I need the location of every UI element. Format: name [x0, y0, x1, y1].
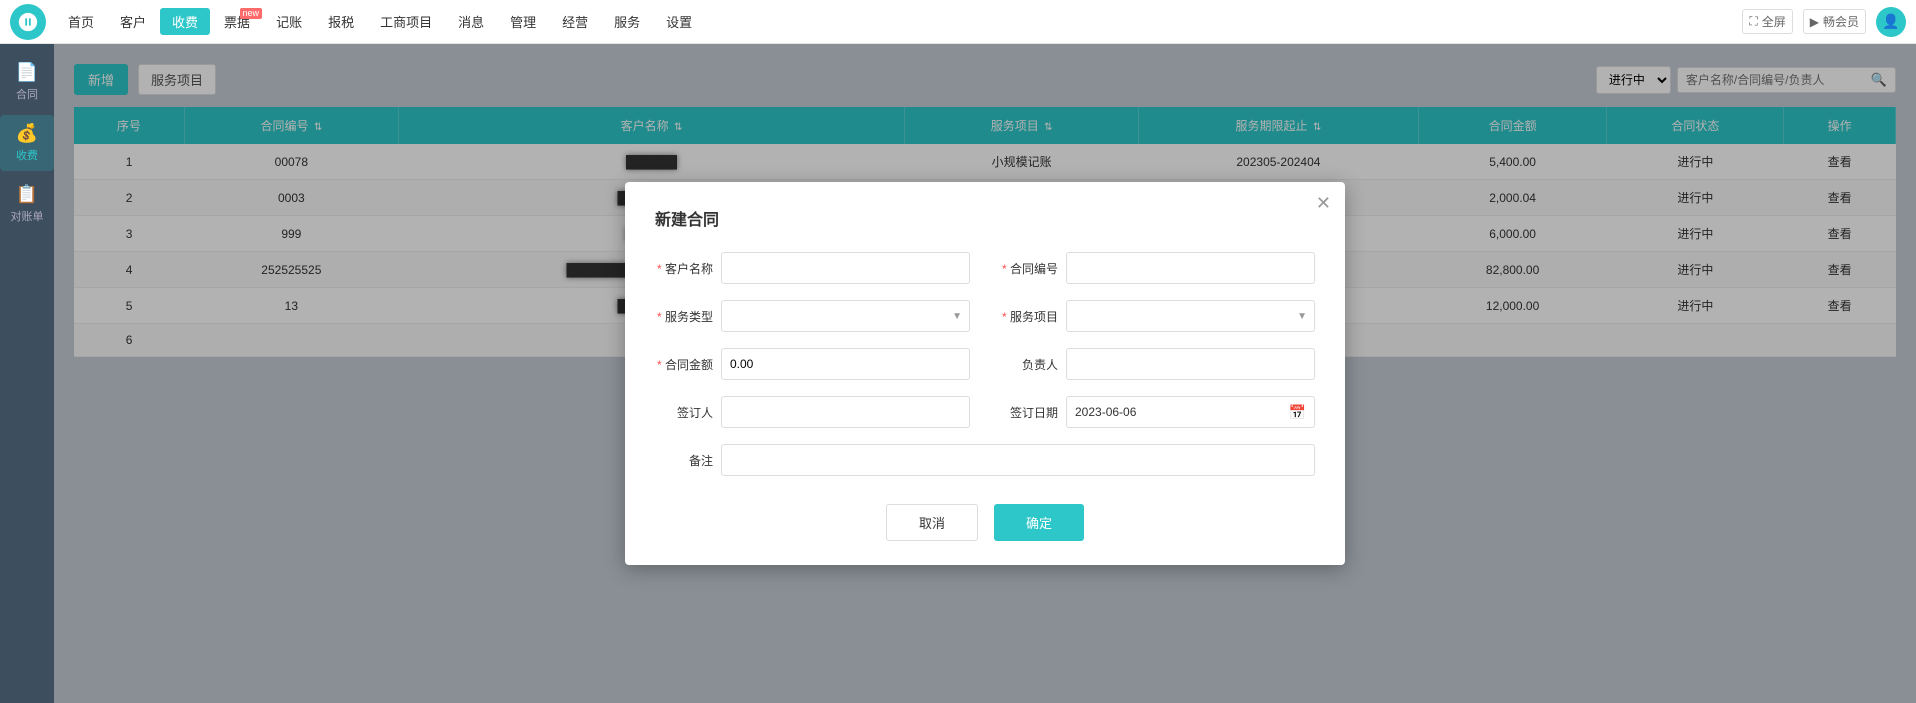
signer-label: 签订人 — [655, 404, 713, 421]
remark-label: 备注 — [655, 452, 713, 469]
billing-icon: 💰 — [16, 123, 38, 144]
form-row-sign-date: 签订日期 📅 — [1000, 396, 1315, 428]
responsible-input[interactable] — [1066, 348, 1315, 380]
form-row-amount: 合同金额 — [655, 348, 970, 380]
signer-input[interactable] — [721, 396, 970, 428]
main-layout: 📄 合同 💰 收费 📋 对账单 新增 服务项目 进行中 已完成 已终止 — [0, 44, 1916, 703]
remark-input[interactable] — [721, 444, 1315, 476]
content-area: 新增 服务项目 进行中 已完成 已终止 🔍 序号 合同 — [54, 44, 1916, 703]
service-type-select-wrap: ▼ — [721, 300, 970, 332]
service-item-label: 服务项目 — [1000, 308, 1058, 325]
nav-service[interactable]: 服务 — [602, 8, 652, 35]
customer-name-label: 客户名称 — [655, 260, 713, 277]
nav-billing[interactable]: 收费 — [160, 8, 210, 35]
sidebar-item-statement[interactable]: 📋 对账单 — [0, 176, 54, 232]
top-navbar: 首页 客户 收费 票据 new 记账 报税 工商项目 消息 管理 经营 服务 设… — [0, 0, 1916, 44]
member-button[interactable]: ▶ 畅会员 — [1803, 9, 1866, 34]
nav-business[interactable]: 工商项目 — [368, 8, 444, 35]
modal-overlay: ✕ 新建合同 客户名称 合同编号 服务类型 — [54, 44, 1916, 703]
confirm-button[interactable]: 确定 — [994, 504, 1084, 541]
form-row-service-item: 服务项目 ▼ — [1000, 300, 1315, 332]
cancel-button[interactable]: 取消 — [886, 504, 978, 541]
form-row-service-type: 服务类型 ▼ — [655, 300, 970, 332]
service-type-label: 服务类型 — [655, 308, 713, 325]
sidebar: 📄 合同 💰 收费 📋 对账单 — [0, 44, 54, 703]
customer-name-input[interactable] — [721, 252, 970, 284]
nav-manage[interactable]: 管理 — [498, 8, 548, 35]
modal-close-button[interactable]: ✕ — [1316, 194, 1331, 212]
nav-settings[interactable]: 设置 — [654, 8, 704, 35]
nav-right: ⛶ 全屏 ▶ 畅会员 👤 — [1742, 7, 1906, 37]
modal-footer: 取消 确定 — [655, 504, 1315, 541]
form-row-responsible: 负责人 — [1000, 348, 1315, 380]
calendar-icon[interactable]: 📅 — [1289, 404, 1306, 421]
sign-date-wrap: 📅 — [1066, 396, 1315, 428]
sign-date-label: 签订日期 — [1000, 404, 1058, 421]
sign-date-input[interactable] — [1075, 405, 1289, 419]
fullscreen-button[interactable]: ⛶ 全屏 — [1742, 9, 1792, 34]
form-row-remark: 备注 — [655, 444, 1315, 476]
contract-icon: 📄 — [16, 62, 38, 83]
service-item-select[interactable] — [1066, 300, 1315, 332]
nav-message[interactable]: 消息 — [446, 8, 496, 35]
form-row-customer: 客户名称 — [655, 252, 970, 284]
responsible-label: 负责人 — [1000, 356, 1058, 373]
contract-no-input[interactable] — [1066, 252, 1315, 284]
nav-invoice[interactable]: 票据 new — [212, 8, 262, 35]
form-row-contract-no: 合同编号 — [1000, 252, 1315, 284]
fullscreen-icon: ⛶ — [1749, 14, 1757, 29]
modal-title: 新建合同 — [655, 206, 1315, 230]
logo — [10, 4, 46, 40]
avatar[interactable]: 👤 — [1876, 7, 1906, 37]
contract-no-label: 合同编号 — [1000, 260, 1058, 277]
new-badge: new — [240, 8, 263, 19]
nav-tax[interactable]: 报税 — [316, 8, 366, 35]
play-icon: ▶ — [1810, 15, 1819, 29]
nav-customer[interactable]: 客户 — [108, 8, 158, 35]
nav-items: 首页 客户 收费 票据 new 记账 报税 工商项目 消息 管理 经营 服务 设… — [56, 8, 1742, 35]
service-type-select[interactable] — [721, 300, 970, 332]
nav-home[interactable]: 首页 — [56, 8, 106, 35]
nav-operation[interactable]: 经营 — [550, 8, 600, 35]
new-contract-modal: ✕ 新建合同 客户名称 合同编号 服务类型 — [625, 182, 1345, 565]
form-row-signer: 签订人 — [655, 396, 970, 428]
contract-amount-label: 合同金额 — [655, 356, 713, 373]
form-grid: 客户名称 合同编号 服务类型 ▼ — [655, 252, 1315, 476]
contract-amount-input[interactable] — [721, 348, 970, 380]
statement-icon: 📋 — [16, 184, 38, 205]
sidebar-item-contract[interactable]: 📄 合同 — [0, 54, 54, 110]
service-item-select-wrap: ▼ — [1066, 300, 1315, 332]
sidebar-item-billing[interactable]: 💰 收费 — [0, 115, 54, 171]
nav-bookkeeping[interactable]: 记账 — [264, 8, 314, 35]
